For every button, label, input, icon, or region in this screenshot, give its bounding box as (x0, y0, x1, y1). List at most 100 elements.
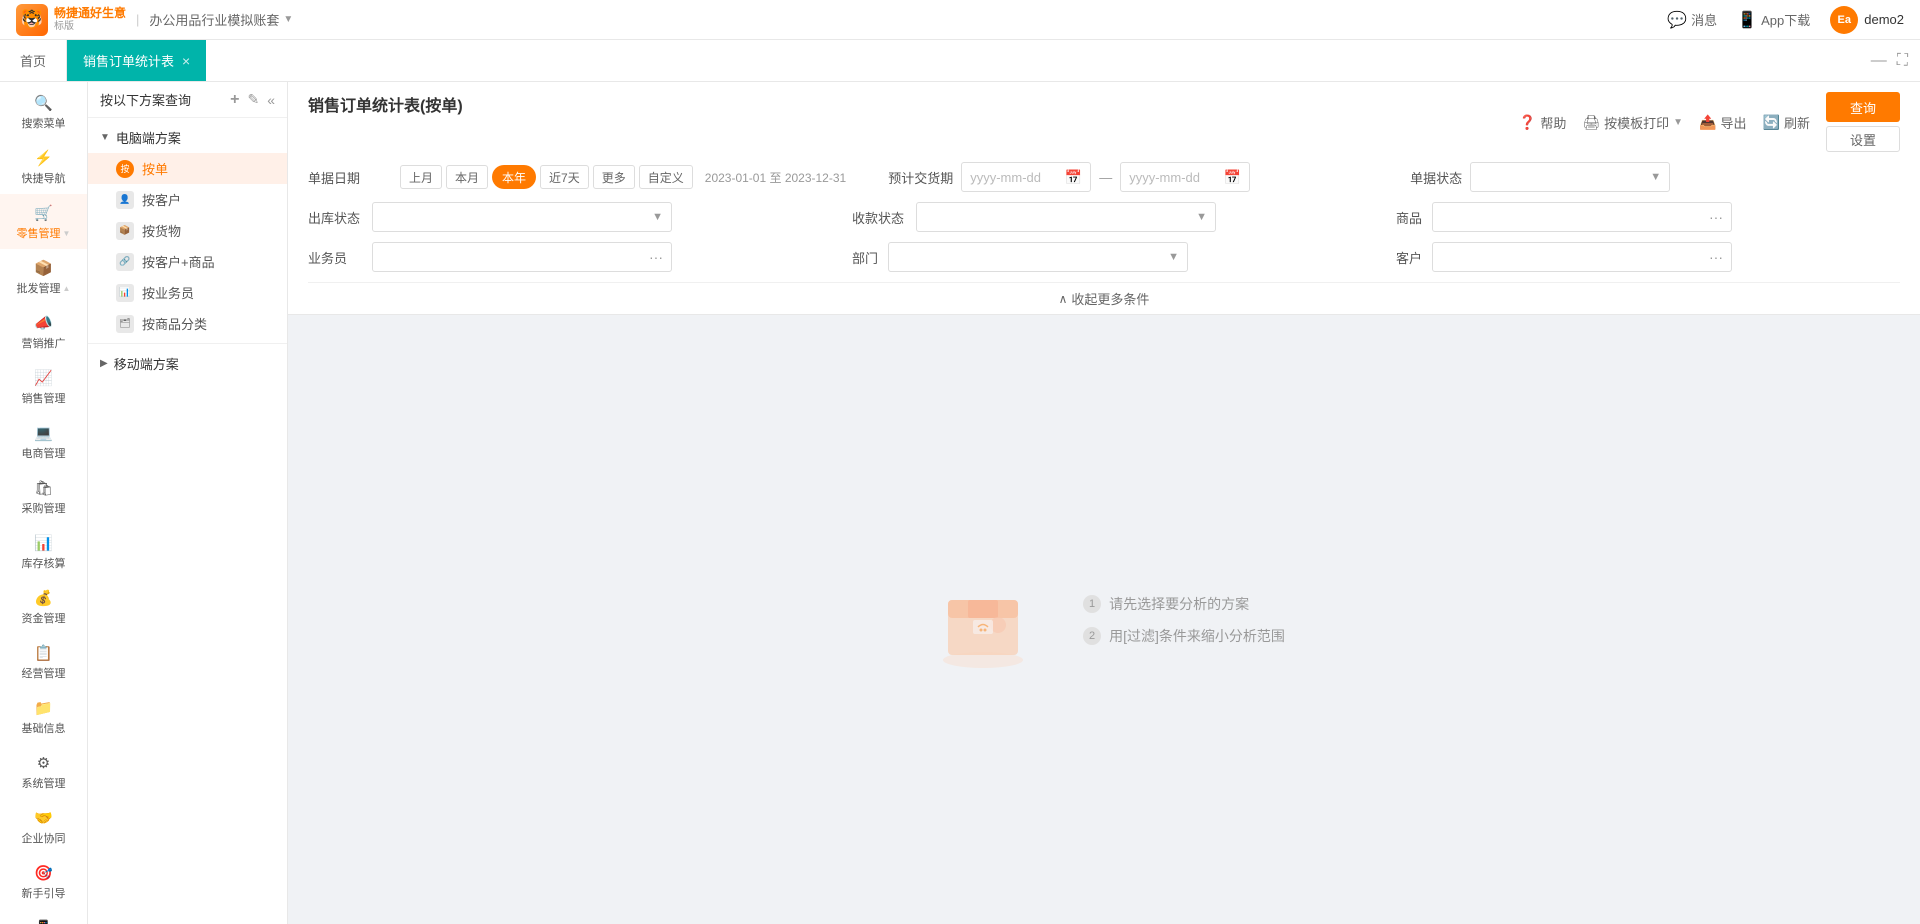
date-btn-this-month[interactable]: 本月 (446, 165, 488, 189)
settings-btn[interactable]: 设置 (1826, 126, 1900, 152)
export-btn[interactable]: 📤 导出 (1699, 113, 1746, 132)
mobile-scheme-group-header[interactable]: ▶ 移动端方案 (88, 348, 287, 379)
salesperson-more-btn[interactable]: ··· (649, 249, 663, 265)
hint-num-1: 1 (1083, 595, 1101, 613)
sidebar-item-search[interactable]: 🔍 搜索菜单 (0, 82, 87, 139)
sidebar-item-sales[interactable]: 📈 销售管理 (0, 359, 87, 414)
goods-more-btn[interactable]: ··· (1709, 209, 1723, 225)
expected-date-start[interactable]: yyyy-mm-dd 📅 (961, 162, 1091, 192)
date-filter-label: 单据日期 (308, 168, 360, 187)
user-area[interactable]: Ea demo2 (1830, 6, 1904, 34)
logo-icon: 🐯 (16, 4, 48, 36)
sidebar-item-operation[interactable]: 📋 经营管理 (0, 634, 87, 689)
message-icon: 💬 (1667, 10, 1687, 30)
scheme-item-by-customer-goods[interactable]: 🔗 按客户+商品 (88, 246, 287, 277)
finance-icon: 💰 (34, 589, 53, 607)
sidebar-item-corp[interactable]: 🤝 企业协同 (0, 799, 87, 854)
content-empty-state: 1 请先选择要分析的方案 2 用[过滤]条件来缩小分析范围 (288, 315, 1920, 924)
corp-icon: 🤝 (34, 809, 53, 827)
order-status-select[interactable]: ▼ (1470, 162, 1670, 192)
sidebar-item-newbie[interactable]: 🎯 新手引导 (0, 854, 87, 909)
scheme-item-by-goods[interactable]: 📦 按货物 (88, 215, 287, 246)
scheme-item-by-salesperson[interactable]: 📊 按业务员 (88, 277, 287, 308)
date-btn-custom[interactable]: 自定义 (639, 165, 693, 189)
scheme-collapse-btn[interactable]: « (267, 92, 275, 108)
scheme-icon-by-goods: 📦 (116, 222, 134, 240)
tab-maximize-btn[interactable]: ⛶ (1897, 52, 1908, 70)
sidebar-item-ecom[interactable]: 💻 电商管理 (0, 414, 87, 469)
goods-label: 商品 (1396, 208, 1424, 227)
message-btn[interactable]: 💬 消息 (1667, 10, 1717, 30)
sidebar-item-inventory[interactable]: 📊 库存核算 (0, 524, 87, 579)
help-icon: ❓ (1519, 114, 1536, 131)
tab-home[interactable]: 首页 (0, 40, 67, 81)
expected-date-end[interactable]: yyyy-mm-dd 📅 (1120, 162, 1250, 192)
page-title: 销售订单统计表(按单) (308, 92, 463, 116)
date-btn-last-month[interactable]: 上月 (400, 165, 442, 189)
goods-input[interactable]: ··· (1432, 202, 1732, 232)
basic-icon: 📁 (34, 699, 53, 717)
dept-select[interactable]: ▼ (888, 242, 1188, 272)
salesperson-input[interactable]: ··· (372, 242, 672, 272)
group-expand-icon: ▼ (100, 132, 110, 143)
breadcrumb-separator: | (136, 12, 139, 27)
scheme-icon-by-order: 按 (116, 160, 134, 178)
scheme-item-by-goods-category[interactable]: 🗂 按商品分类 (88, 308, 287, 339)
sidebar-item-system[interactable]: ⚙ 系统管理 (0, 744, 87, 799)
ecom-icon: 💻 (34, 424, 53, 442)
download-icon: 📱 (1737, 10, 1757, 30)
delivery-select[interactable]: ▼ (372, 202, 672, 232)
pc-scheme-group: ▼ 电脑端方案 按 按单 👤 按客户 📦 (88, 118, 287, 343)
payment-arrow: ▼ (1196, 211, 1207, 223)
customer-input[interactable]: ··· (1432, 242, 1732, 272)
delivery-label: 出库状态 (308, 208, 364, 227)
order-status-label: 单据状态 (1410, 168, 1462, 187)
hint-text-2: 用[过滤]条件来缩小分析范围 (1109, 626, 1285, 646)
scheme-panel-title: 按以下方案查询 (100, 90, 191, 109)
calendar-icon-1: 📅 (1065, 169, 1082, 186)
scheme-icon-by-customer: 👤 (116, 191, 134, 209)
sidebar-item-appstore[interactable]: 📱 应用中心 (0, 909, 87, 924)
sales-icon: 📈 (34, 369, 53, 387)
scheme-panel: 按以下方案查询 + ✎ « ▼ 电脑端方案 按 按单 (88, 82, 288, 924)
customer-more-btn[interactable]: ··· (1709, 249, 1723, 265)
sidebar-item-purchase[interactable]: 🛍 采购管理 (0, 469, 87, 524)
scheme-icon-by-goods-category: 🗂 (116, 315, 134, 333)
pc-scheme-group-header[interactable]: ▼ 电脑端方案 (88, 122, 287, 153)
tab-close-btn[interactable]: × (182, 53, 190, 69)
pc-group-title: 电脑端方案 (116, 128, 181, 147)
breadcrumb[interactable]: 办公用品行业模拟账套 ▼ (149, 10, 293, 29)
tab-active-sales-order[interactable]: 销售订单统计表 × (67, 40, 206, 81)
app-download-btn[interactable]: 📱 App下载 (1737, 10, 1810, 30)
sidebar-item-retail[interactable]: 🛒 零售管理 ▼ (0, 194, 87, 249)
scheme-add-btn[interactable]: + (230, 91, 239, 109)
date-btn-more[interactable]: 更多 (593, 165, 635, 189)
sidebar-item-wholesale[interactable]: 📦 批发管理 ▲ (0, 249, 87, 304)
operation-icon: 📋 (34, 644, 53, 662)
sidebar-item-basic[interactable]: 📁 基础信息 (0, 689, 87, 744)
sidebar-item-shortcut[interactable]: ⚡ 快捷导航 (0, 139, 87, 194)
collapse-filter-btn[interactable]: ∧ 收起更多条件 (1059, 289, 1150, 308)
refresh-btn[interactable]: 🔄 刷新 (1763, 113, 1810, 132)
search-icon: 🔍 (34, 94, 53, 112)
query-btn[interactable]: 查询 (1826, 92, 1900, 122)
salesperson-label: 业务员 (308, 248, 364, 267)
sidebar-item-marketing[interactable]: 📣 营销推广 (0, 304, 87, 359)
expected-date-label: 预计交货期 (888, 168, 953, 187)
scheme-item-by-order[interactable]: 按 按单 (88, 153, 287, 184)
date-btn-last-7-days[interactable]: 近7天 (540, 165, 589, 189)
tab-minimize-btn[interactable]: — (1871, 52, 1887, 70)
empty-illustration (923, 560, 1043, 680)
collapse-icon: ∧ (1059, 292, 1068, 306)
customer-label: 客户 (1396, 248, 1424, 267)
calendar-icon-2: 📅 (1224, 169, 1241, 186)
help-btn[interactable]: ❓ 帮助 (1519, 113, 1566, 132)
scheme-icon-by-salesperson: 📊 (116, 284, 134, 302)
sidebar-item-finance[interactable]: 💰 资金管理 (0, 579, 87, 634)
scheme-item-by-customer[interactable]: 👤 按客户 (88, 184, 287, 215)
payment-select[interactable]: ▼ (916, 202, 1216, 232)
template-print-btn[interactable]: 🖨 按模板打印 ▼ (1582, 113, 1683, 132)
scheme-edit-btn[interactable]: ✎ (247, 91, 259, 108)
date-btn-this-year[interactable]: 本年 (492, 165, 536, 189)
system-icon: ⚙ (37, 754, 50, 772)
